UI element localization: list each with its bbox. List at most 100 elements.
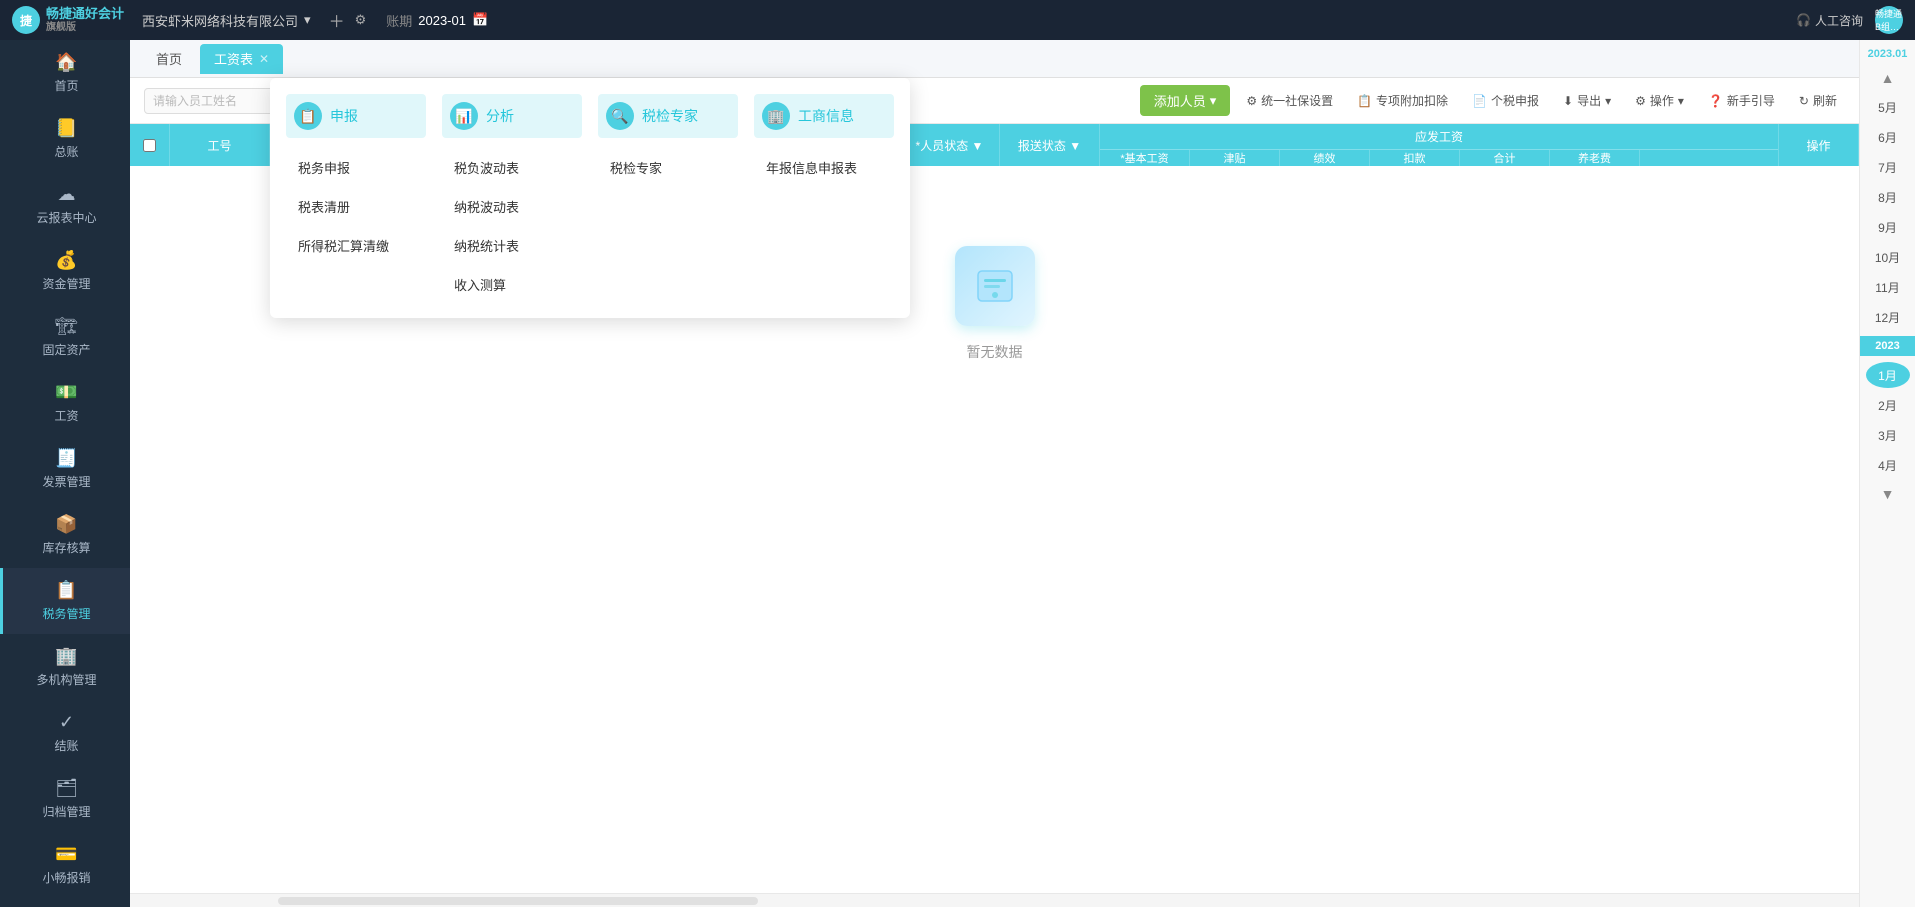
- th-subsidy: 津贴: [1190, 150, 1280, 166]
- shenbao-title: 申报: [330, 106, 358, 126]
- tab-close-icon[interactable]: ✕: [259, 52, 269, 66]
- sidebar-item-xiao-chang[interactable]: 💳 小畅报销: [0, 832, 130, 898]
- rp-month-11[interactable]: 11月: [1866, 274, 1910, 300]
- invoice-icon: 🧾: [55, 448, 77, 469]
- dm-item-annual-report[interactable]: 年报信息申报表: [754, 150, 894, 185]
- sidebar-item-multi-org[interactable]: 🏢 多机构管理: [0, 634, 130, 700]
- dm-header-shenbao: 📋 申报: [286, 94, 426, 138]
- dm-item-income-calc[interactable]: 收入测算: [442, 267, 582, 302]
- fenxi-items: 税负波动表 纳税波动表 纳税统计表 收入测算: [442, 150, 582, 302]
- rp-month-5[interactable]: 5月: [1866, 94, 1910, 120]
- dm-header-gongshang: 🏢 工商信息: [754, 94, 894, 138]
- dm-item-income-tax[interactable]: 所得税汇算清缴: [286, 228, 426, 263]
- rp-month-9[interactable]: 9月: [1866, 214, 1910, 240]
- sidebar-label-fund: 资金管理: [42, 275, 90, 292]
- sidebar-item-invoice[interactable]: 🧾 发票管理: [0, 436, 130, 502]
- period-value: 2023-01: [418, 13, 466, 28]
- fenxi-title: 分析: [486, 106, 514, 126]
- sidebar-label-salary: 工资: [54, 407, 78, 424]
- dm-header-shuijian: 🔍 税检专家: [598, 94, 738, 138]
- rp-month-4[interactable]: 4月: [1866, 452, 1910, 478]
- th-check[interactable]: [130, 124, 170, 166]
- special-icon: 📋: [1357, 94, 1372, 108]
- scrollbar-track[interactable]: [278, 897, 758, 905]
- sidebar-label-multi-org: 多机构管理: [36, 671, 96, 688]
- sidebar-item-inventory[interactable]: 📦 库存核算: [0, 502, 130, 568]
- cloud-icon: ☁: [58, 184, 76, 205]
- dm-item-tax-burden[interactable]: 税负波动表: [442, 150, 582, 185]
- calendar-icon[interactable]: 📅: [472, 12, 488, 28]
- settings-icon[interactable]: ⚙: [355, 12, 367, 28]
- rp-month-3[interactable]: 3月: [1866, 422, 1910, 448]
- guide-btn[interactable]: ❓ 新手引导: [1700, 88, 1783, 113]
- dm-col-shenbao: 📋 申报 税务申报 税表清册 所得税汇算清缴: [286, 94, 426, 302]
- dm-item-tax-expert[interactable]: 税检专家: [598, 150, 738, 185]
- period-label: 账期: [386, 11, 412, 30]
- add-person-button[interactable]: 添加人员 ▾: [1140, 85, 1231, 116]
- app-name: 畅捷通好会计: [46, 6, 124, 22]
- sidebar-label-tax: 税务管理: [42, 605, 90, 622]
- add-person-dropdown-icon: ▾: [1210, 93, 1217, 109]
- ops-label: 操作: [1650, 92, 1674, 109]
- sidebar-item-fixed-assets[interactable]: 🏗 固定资产: [0, 304, 130, 370]
- gongshang-title: 工商信息: [798, 106, 854, 126]
- company-selector[interactable]: 西安虾米网络科技有限公司 ▾: [134, 7, 319, 34]
- rp-month-1[interactable]: 1月: [1866, 362, 1910, 388]
- dm-item-tax-stats[interactable]: 纳税统计表: [442, 228, 582, 263]
- sidebar-item-ledger[interactable]: 📒 总账: [0, 106, 130, 172]
- rp-month-7[interactable]: 7月: [1866, 154, 1910, 180]
- multi-org-icon: 🏢: [55, 646, 77, 667]
- user-avatar[interactable]: 畅捷通B组…: [1875, 6, 1903, 34]
- empty-text: 暂无数据: [967, 342, 1023, 362]
- add-company-icon[interactable]: ＋: [329, 8, 345, 32]
- rp-month-6[interactable]: 6月: [1866, 124, 1910, 150]
- social-settings-btn[interactable]: ⚙ 统一社保设置: [1238, 88, 1341, 113]
- top-bar: 捷 畅捷通好会计 旗舰版 西安虾米网络科技有限公司 ▾ ＋ ⚙ 账期 2023-…: [0, 0, 1915, 40]
- sidebar-label-invoice: 发票管理: [42, 473, 90, 490]
- shuijian-items: 税检专家: [598, 150, 738, 185]
- refresh-btn[interactable]: ↻ 刷新: [1791, 88, 1845, 113]
- rp-month-10[interactable]: 10月: [1866, 244, 1910, 270]
- shenbao-icon: 📋: [294, 102, 322, 130]
- tab-home[interactable]: 首页: [142, 44, 196, 74]
- dm-header-fenxi: 📊 分析: [442, 94, 582, 138]
- sidebar-item-basic[interactable]: ⚙ 基础设置: [0, 898, 130, 907]
- social-label: 统一社保设置: [1261, 92, 1333, 109]
- export-btn[interactable]: ⬇ 导出 ▾: [1555, 88, 1619, 113]
- tax-report-btn[interactable]: 📄 个税申报: [1464, 88, 1547, 113]
- rp-month-12[interactable]: 12月: [1866, 304, 1910, 330]
- rp-month-2[interactable]: 2月: [1866, 392, 1910, 418]
- ops-btn[interactable]: ⚙ 操作 ▾: [1627, 88, 1692, 113]
- sidebar-item-settlement[interactable]: ✓ 结账: [0, 700, 130, 766]
- sidebar-item-tax[interactable]: 📋 税务管理: [0, 568, 130, 634]
- tab-salary-label: 工资表: [214, 49, 253, 68]
- sidebar-item-home[interactable]: 🏠 首页: [0, 40, 130, 106]
- sidebar-label-settlement: 结账: [54, 737, 78, 754]
- sidebar-item-fund[interactable]: 💰 资金管理: [0, 238, 130, 304]
- home-icon: 🏠: [55, 52, 77, 73]
- select-all-checkbox[interactable]: [143, 139, 156, 152]
- dm-item-tax-table[interactable]: 税表清册: [286, 189, 426, 224]
- export-icon: ⬇: [1563, 94, 1573, 108]
- export-label: 导出: [1577, 92, 1601, 109]
- app-logo: 捷 畅捷通好会计 旗舰版: [12, 6, 124, 34]
- gongshang-items: 年报信息申报表: [754, 150, 894, 185]
- dm-item-tax-report[interactable]: 税务申报: [286, 150, 426, 185]
- shuijian-icon: 🔍: [606, 102, 634, 130]
- human-service-btn[interactable]: 🎧 人工咨询: [1796, 12, 1863, 29]
- dm-col-shuijian: 🔍 税检专家 税检专家: [598, 94, 738, 302]
- archive-icon: 🗂: [55, 778, 78, 799]
- refresh-label: 刷新: [1813, 92, 1837, 109]
- dm-item-tax-fluctuation[interactable]: 纳税波动表: [442, 189, 582, 224]
- sidebar-item-cloud-report[interactable]: ☁ 云报表中心: [0, 172, 130, 238]
- th-operation: 操作: [1779, 124, 1859, 166]
- sidebar-item-archive[interactable]: 🗂 归档管理: [0, 766, 130, 832]
- social-icon: ⚙: [1246, 94, 1257, 108]
- rp-down-btn[interactable]: ▼: [1874, 480, 1902, 508]
- fenxi-icon: 📊: [450, 102, 478, 130]
- rp-up-btn[interactable]: ▲: [1874, 64, 1902, 92]
- rp-month-8[interactable]: 8月: [1866, 184, 1910, 210]
- tab-salary[interactable]: 工资表 ✕: [200, 44, 283, 74]
- special-deduction-btn[interactable]: 📋 专项附加扣除: [1349, 88, 1456, 113]
- sidebar-item-salary[interactable]: 💵 工资: [0, 370, 130, 436]
